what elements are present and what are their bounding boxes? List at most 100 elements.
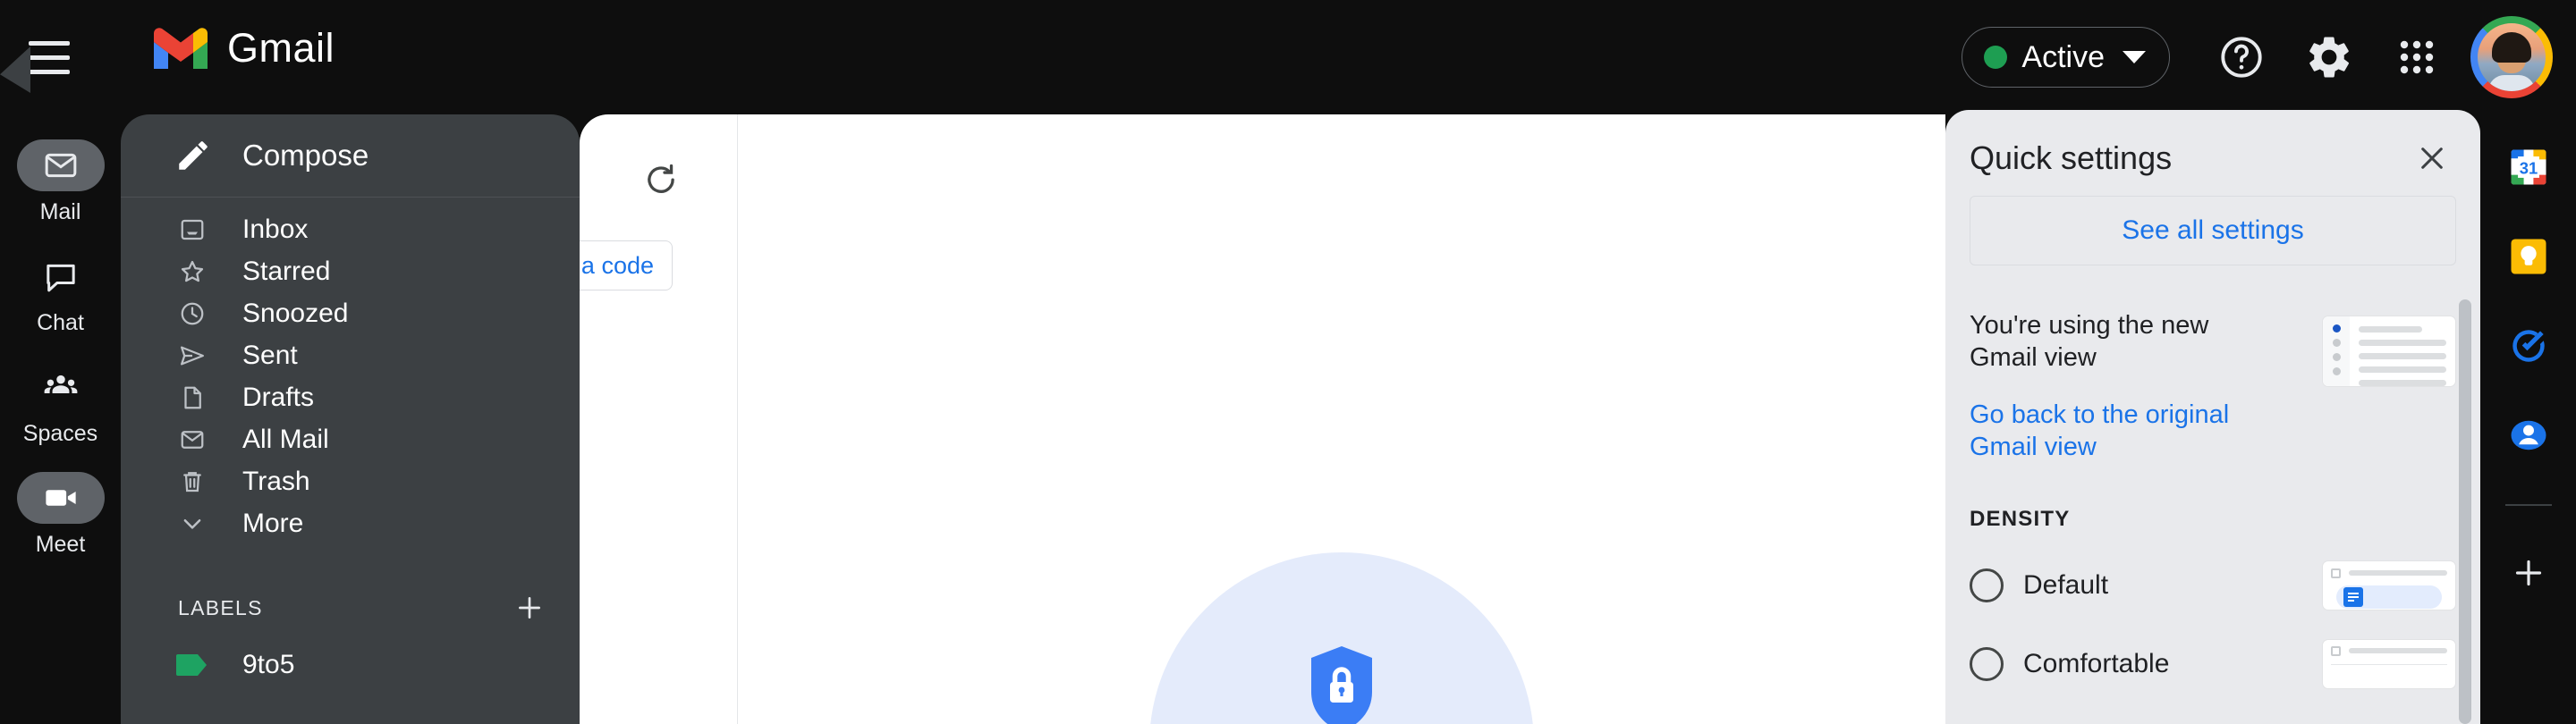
apps-grid-icon[interactable] bbox=[2377, 18, 2456, 97]
trash-icon bbox=[176, 466, 208, 498]
envelope-icon bbox=[176, 424, 208, 456]
plus-icon[interactable] bbox=[512, 590, 547, 626]
left-app-rail: Mail Chat Spaces Meet bbox=[0, 114, 121, 724]
document-chip-icon bbox=[2343, 586, 2363, 607]
radio-button[interactable] bbox=[1970, 568, 2004, 602]
compose-button[interactable]: Compose bbox=[121, 114, 580, 198]
code-chip-label: a code bbox=[580, 251, 654, 279]
gmail-brand-logo[interactable]: Gmail bbox=[152, 25, 335, 72]
account-avatar[interactable] bbox=[2470, 16, 2553, 98]
refresh-icon[interactable] bbox=[635, 155, 687, 206]
sidebar-item-label: Chat bbox=[37, 310, 84, 335]
verification-code-chip[interactable]: a code bbox=[580, 240, 673, 290]
thumbnail-line bbox=[2359, 380, 2446, 386]
sidebar-item-label: Trash bbox=[242, 466, 310, 496]
thumbnail-line bbox=[2349, 570, 2447, 577]
sidebar-item-snoozed[interactable]: Snoozed bbox=[121, 292, 580, 334]
google-tasks-icon[interactable] bbox=[2501, 318, 2556, 374]
pencil-icon bbox=[179, 141, 208, 170]
sidebar-item-more[interactable]: More bbox=[121, 502, 580, 544]
labels-section-header: LABELS bbox=[121, 584, 580, 632]
sidebar-item-label: Meet bbox=[35, 532, 86, 557]
label-name: 9to5 bbox=[242, 650, 295, 679]
density-option-default[interactable]: Default bbox=[1970, 560, 2456, 610]
hamburger-menu-icon[interactable] bbox=[29, 34, 75, 80]
status-active-pill[interactable]: Active bbox=[1962, 27, 2170, 88]
add-side-panel-plus-icon[interactable] bbox=[2501, 545, 2556, 601]
go-back-original-gmail-link[interactable]: Go back to the original Gmail view bbox=[1970, 400, 2238, 464]
sidebar-item-meet[interactable]: Meet bbox=[0, 463, 121, 574]
gmail-view-notice: You're using the new Gmail view Go back … bbox=[1970, 310, 2456, 464]
radio-button[interactable] bbox=[1970, 646, 2004, 681]
gmail-view-text-block: You're using the new Gmail view Go back … bbox=[1970, 310, 2306, 464]
sidebar-item-label: Sent bbox=[242, 340, 298, 370]
thumbnail-attachment-chip bbox=[2336, 585, 2442, 609]
sidebar-item-drafts[interactable]: Drafts bbox=[121, 376, 580, 418]
document-icon bbox=[176, 382, 208, 414]
sidebar-item-mail[interactable]: Mail bbox=[0, 130, 121, 241]
density-section-title: DENSITY bbox=[1970, 506, 2071, 531]
avatar-body bbox=[2488, 75, 2535, 91]
sidebar-item-trash[interactable]: Trash bbox=[121, 460, 580, 502]
status-dot-icon bbox=[1984, 46, 2008, 69]
sidebar-item-label: Mail bbox=[39, 199, 81, 224]
sidebar-item-label: Drafts bbox=[242, 382, 315, 412]
gear-icon[interactable] bbox=[2290, 18, 2368, 97]
sidebar-item-label: More bbox=[242, 508, 304, 538]
thumbnail-sidebar bbox=[2323, 316, 2350, 386]
density-option-label: Default bbox=[2023, 569, 2109, 600]
mail-navigation-panel: Compose Inbox Starred Snoozed Sent Draft… bbox=[121, 114, 580, 724]
sidebar-item-starred[interactable]: Starred bbox=[121, 250, 580, 292]
top-bar-actions: Active bbox=[1962, 0, 2553, 114]
gmail-m-icon bbox=[154, 28, 208, 69]
quick-settings-body: See all settings You're using the new Gm… bbox=[1945, 196, 2480, 714]
sidebar-item-chat[interactable]: Chat bbox=[0, 241, 121, 352]
see-all-settings-button[interactable]: See all settings bbox=[1970, 196, 2456, 265]
status-label: Active bbox=[2021, 39, 2105, 74]
label-item-9to5[interactable]: 9to5 bbox=[121, 641, 580, 689]
chat-bubble-icon bbox=[17, 250, 105, 302]
thumbnail-dot bbox=[2332, 339, 2341, 347]
video-camera-icon bbox=[16, 472, 105, 524]
labels-title: LABELS bbox=[178, 595, 263, 619]
sidebar-item-sent[interactable]: Sent bbox=[121, 334, 580, 376]
sidebar-item-inbox[interactable]: Inbox bbox=[121, 208, 580, 250]
top-app-bar: Gmail Active bbox=[0, 0, 2576, 114]
density-option-comfortable[interactable]: Comfortable bbox=[1970, 638, 2456, 689]
security-shield-illustration bbox=[1131, 552, 1552, 724]
help-circle-icon[interactable] bbox=[2202, 18, 2281, 97]
sidebar-item-label: All Mail bbox=[242, 424, 329, 454]
sidebar-item-spaces[interactable]: Spaces bbox=[0, 352, 121, 463]
google-keep-icon[interactable] bbox=[2501, 229, 2556, 284]
hamburger-bar bbox=[29, 40, 70, 46]
sidebar-item-label: Inbox bbox=[242, 214, 309, 244]
chip-line bbox=[2348, 592, 2359, 594]
quick-settings-scrollbar[interactable] bbox=[2459, 299, 2471, 724]
close-x-icon[interactable] bbox=[2409, 135, 2455, 181]
thumbnail-row bbox=[2331, 645, 2447, 656]
rail-divider bbox=[2504, 504, 2552, 506]
hamburger-bar bbox=[29, 69, 70, 74]
thumbnail-line bbox=[2359, 353, 2446, 359]
spaces-people-icon bbox=[17, 361, 105, 413]
quick-settings-panel: Quick settings See all settings You're u… bbox=[1945, 110, 2480, 724]
mail-icon bbox=[16, 139, 105, 191]
thumbnail-content bbox=[2350, 316, 2455, 386]
see-all-settings-label: See all settings bbox=[2122, 215, 2304, 245]
thumbnail-line bbox=[2349, 648, 2447, 654]
sidebar-item-label: Spaces bbox=[22, 421, 98, 446]
shield-lock-icon bbox=[1310, 646, 1372, 724]
density-default-thumbnail bbox=[2322, 560, 2456, 610]
thumbnail-divider bbox=[2331, 663, 2447, 665]
clock-icon bbox=[176, 298, 208, 330]
thumbnail-dot bbox=[2332, 353, 2341, 361]
chevron-down-icon bbox=[2123, 51, 2146, 63]
density-option-label: Comfortable bbox=[2023, 648, 2170, 678]
sidebar-item-all-mail[interactable]: All Mail bbox=[121, 418, 580, 460]
google-contacts-icon[interactable] bbox=[2501, 408, 2556, 463]
thumbnail-line bbox=[2359, 366, 2446, 373]
thumbnail-dot-active bbox=[2332, 324, 2341, 333]
gmail-app-window: Gmail Active Mail Chat Spaces Meet a cod… bbox=[0, 0, 2576, 724]
google-calendar-icon[interactable]: 31 bbox=[2501, 139, 2556, 195]
sidebar-item-label: Starred bbox=[242, 256, 331, 286]
